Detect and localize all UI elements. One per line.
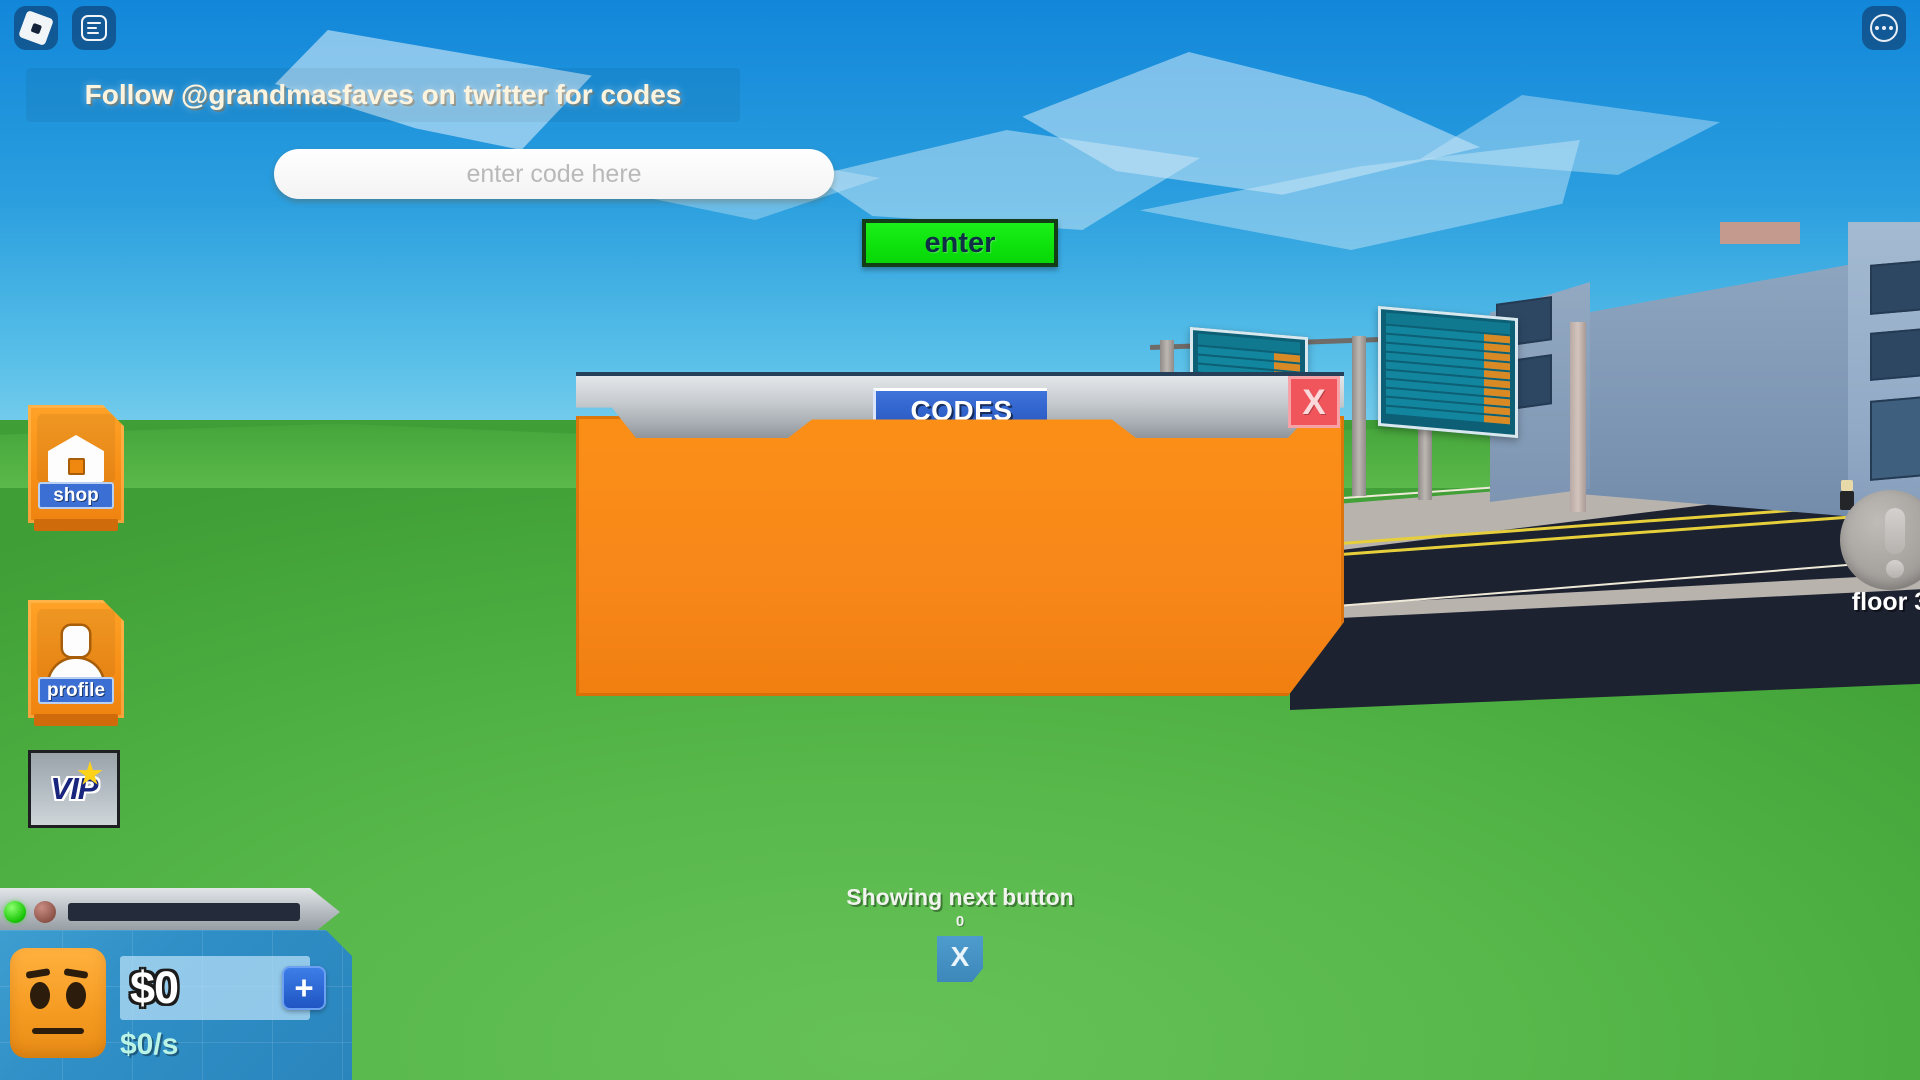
building-window xyxy=(1870,327,1920,381)
building-window xyxy=(1870,395,1920,481)
code-input[interactable] xyxy=(274,149,834,199)
leaderboard-billboard xyxy=(1378,305,1518,439)
sidebar-item-profile[interactable]: profile xyxy=(28,600,124,726)
floor-marker[interactable]: floor 3 xyxy=(1830,490,1920,640)
sheet-menu-icon[interactable] xyxy=(72,6,116,50)
building-pillar xyxy=(1570,322,1586,512)
enter-code-button[interactable]: enter xyxy=(862,219,1058,267)
codes-dialog-banner: Follow @grandmasfaves on twitter for cod… xyxy=(26,68,740,122)
codes-dialog-banner-text: Follow @grandmasfaves on twitter for cod… xyxy=(84,79,682,110)
status-count: 0 xyxy=(955,913,965,930)
status-overlay: Showing next button 0 X xyxy=(0,884,1920,982)
codes-dialog: CODES xyxy=(576,372,1344,696)
close-dialog-button[interactable]: X xyxy=(1288,376,1340,428)
enter-code-button-label: enter xyxy=(924,226,996,259)
game-screen: floor 3 shop profile VIP xyxy=(0,0,1920,1080)
building-window xyxy=(1870,259,1920,315)
roblox-logo-icon[interactable] xyxy=(14,6,58,50)
cash-rate-value: $0/s xyxy=(120,1028,179,1061)
profile-button-label: profile xyxy=(38,677,114,704)
status-chip-button[interactable]: X xyxy=(937,936,983,982)
codes-dialog-body xyxy=(576,416,1344,696)
top-bar xyxy=(0,0,1920,56)
building-roof-box xyxy=(1720,222,1800,244)
sidebar-item-shop[interactable]: shop xyxy=(28,405,124,531)
billboard-post xyxy=(1352,336,1366,496)
exclamation-marker-icon xyxy=(1840,490,1920,590)
status-title: Showing next button xyxy=(846,884,1074,910)
vip-button[interactable]: VIP xyxy=(28,750,120,828)
floor-marker-label: floor 3 xyxy=(1851,588,1920,616)
shop-button-label: shop xyxy=(38,482,114,509)
close-icon: X xyxy=(1302,382,1326,422)
more-dots-icon[interactable] xyxy=(1862,6,1906,50)
shop-button-base xyxy=(34,519,118,531)
profile-button-base xyxy=(34,714,118,726)
